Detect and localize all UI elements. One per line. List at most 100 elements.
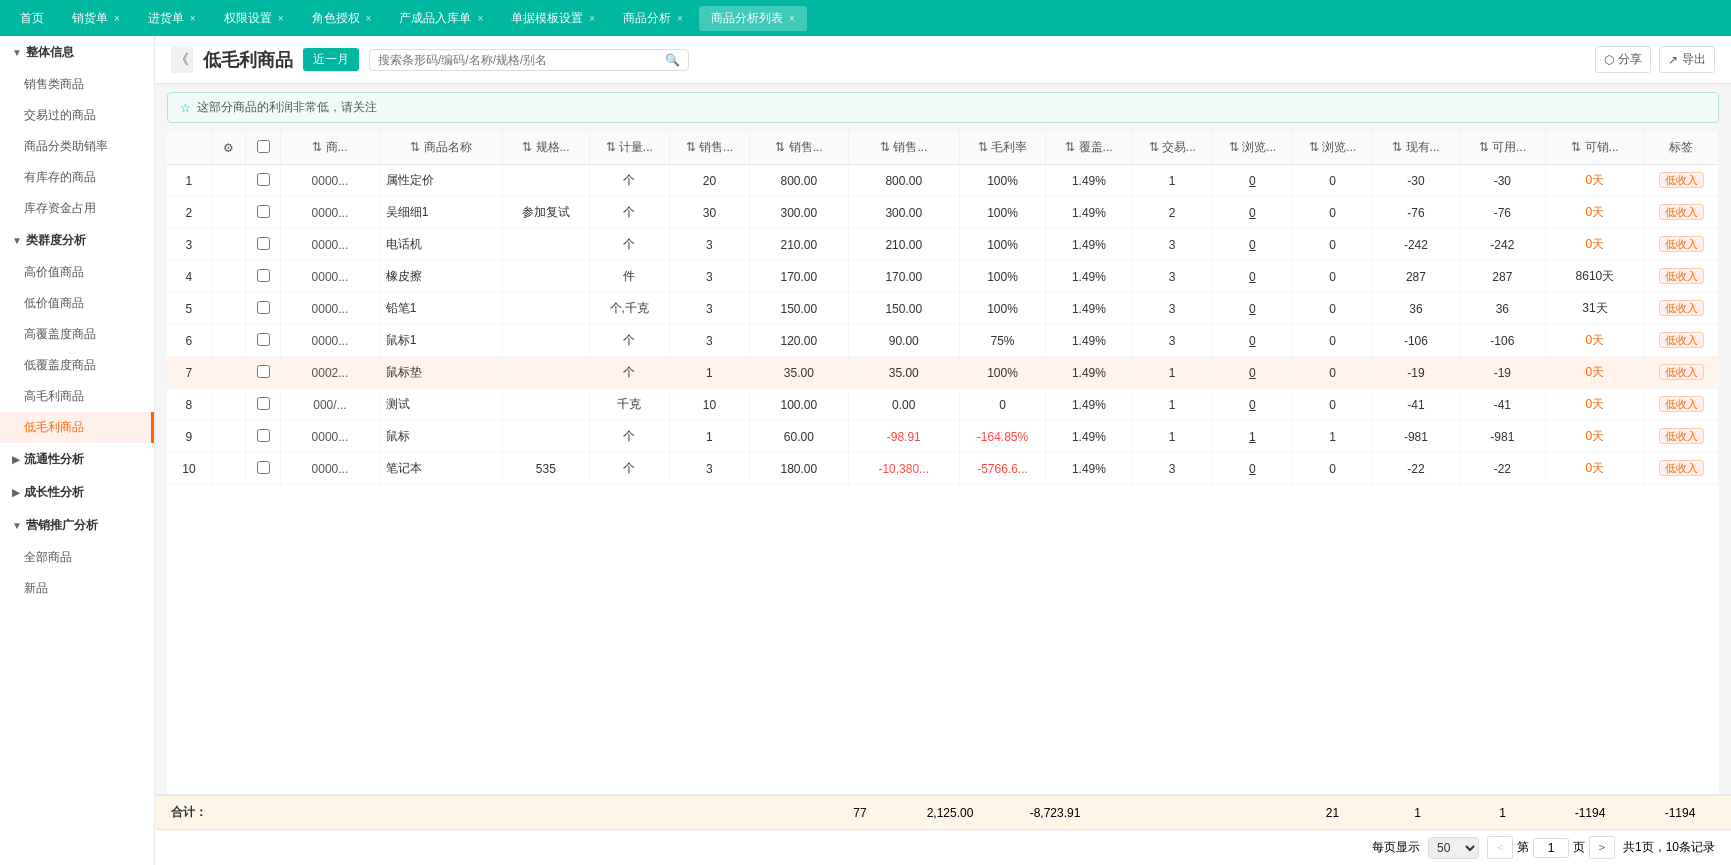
page-size-select[interactable]: 50 100 200 bbox=[1428, 837, 1479, 859]
sidebar-section-overall[interactable]: ▼ 整体信息 bbox=[0, 36, 154, 69]
sidebar-item-low-value[interactable]: 低价值商品 bbox=[0, 288, 154, 319]
nav-purchase[interactable]: 进货单 × bbox=[136, 6, 208, 31]
row-checkbox[interactable] bbox=[246, 197, 281, 229]
row-gross-margin: -5766.6... bbox=[959, 453, 1045, 485]
close-icon[interactable]: × bbox=[677, 13, 683, 24]
nav-product-analysis-list[interactable]: 商品分析列表 × bbox=[699, 6, 807, 31]
row-view1[interactable]: 0 bbox=[1212, 389, 1292, 421]
row-sales-amount: 210.00 bbox=[750, 229, 849, 261]
row-num: 8 bbox=[167, 389, 211, 421]
th-sales-amount[interactable]: ⇅ 销售... bbox=[750, 131, 849, 165]
select-all-checkbox[interactable] bbox=[257, 140, 270, 153]
row-trade-count: 3 bbox=[1132, 229, 1212, 261]
prev-page-button[interactable]: ＜ bbox=[1487, 836, 1513, 859]
sidebar-section-marketing[interactable]: ▼ 营销推广分析 bbox=[0, 509, 154, 542]
row-checkbox[interactable] bbox=[246, 389, 281, 421]
export-button[interactable]: ↗ 导出 bbox=[1659, 46, 1715, 73]
row-checkbox[interactable] bbox=[246, 357, 281, 389]
th-gross-margin[interactable]: ⇅ 毛利率 bbox=[959, 131, 1045, 165]
row-view1[interactable]: 0 bbox=[1212, 357, 1292, 389]
next-page-button[interactable]: ＞ bbox=[1589, 836, 1615, 859]
row-checkbox[interactable] bbox=[246, 293, 281, 325]
sidebar-item-high-coverage[interactable]: 高覆盖度商品 bbox=[0, 319, 154, 350]
row-checkbox[interactable] bbox=[246, 165, 281, 197]
th-spec[interactable]: ⇅ 规格... bbox=[503, 131, 589, 165]
period-button[interactable]: 近一月 bbox=[303, 48, 359, 71]
sidebar-section-growth[interactable]: ▶ 成长性分析 bbox=[0, 476, 154, 509]
th-unit[interactable]: ⇅ 计量... bbox=[589, 131, 669, 165]
th-view1[interactable]: ⇅ 浏览... bbox=[1212, 131, 1292, 165]
close-icon[interactable]: × bbox=[477, 13, 483, 24]
row-view1[interactable]: 0 bbox=[1212, 165, 1292, 197]
close-icon[interactable]: × bbox=[789, 13, 795, 24]
row-sales-profit: -98.91 bbox=[848, 421, 959, 453]
close-icon[interactable]: × bbox=[114, 13, 120, 24]
row-view1[interactable]: 0 bbox=[1212, 229, 1292, 261]
th-coverage[interactable]: ⇅ 覆盖... bbox=[1046, 131, 1132, 165]
sidebar-item-new-products[interactable]: 新品 bbox=[0, 573, 154, 604]
sort-icon: ⇅ bbox=[1065, 140, 1075, 154]
th-saleable[interactable]: ⇅ 可销... bbox=[1546, 131, 1645, 165]
row-spec: 535 bbox=[503, 453, 589, 485]
page-input[interactable] bbox=[1533, 838, 1569, 858]
row-view1[interactable]: 0 bbox=[1212, 261, 1292, 293]
sidebar-section-cluster[interactable]: ▼ 类群度分析 bbox=[0, 224, 154, 257]
close-icon[interactable]: × bbox=[190, 13, 196, 24]
row-checkbox[interactable] bbox=[246, 421, 281, 453]
nav-sales[interactable]: 销货单 × bbox=[60, 6, 132, 31]
row-view1[interactable]: 1 bbox=[1212, 421, 1292, 453]
nav-permissions[interactable]: 权限设置 × bbox=[212, 6, 296, 31]
row-available: -242 bbox=[1459, 229, 1545, 261]
sidebar-item-high-margin[interactable]: 高毛利商品 bbox=[0, 381, 154, 412]
close-icon[interactable]: × bbox=[366, 13, 372, 24]
row-view1[interactable]: 0 bbox=[1212, 325, 1292, 357]
close-icon[interactable]: × bbox=[589, 13, 595, 24]
th-view2[interactable]: ⇅ 浏览... bbox=[1293, 131, 1373, 165]
th-checkbox[interactable] bbox=[246, 131, 281, 165]
th-available[interactable]: ⇅ 可用... bbox=[1459, 131, 1545, 165]
row-name: 铅笔1 bbox=[379, 293, 502, 325]
sidebar-item-stock-capital[interactable]: 库存资金占用 bbox=[0, 193, 154, 224]
th-current-stock[interactable]: ⇅ 现有... bbox=[1373, 131, 1459, 165]
th-trade-count[interactable]: ⇅ 交易... bbox=[1132, 131, 1212, 165]
sidebar-item-traded-products[interactable]: 交易过的商品 bbox=[0, 100, 154, 131]
share-button[interactable]: ⬡ 分享 bbox=[1595, 46, 1651, 73]
sidebar-item-sales-products[interactable]: 销售类商品 bbox=[0, 69, 154, 100]
row-trade-count: 3 bbox=[1132, 293, 1212, 325]
search-icon[interactable]: 🔍 bbox=[665, 53, 680, 67]
close-icon[interactable]: × bbox=[278, 13, 284, 24]
row-view1[interactable]: 0 bbox=[1212, 197, 1292, 229]
row-checkbox[interactable] bbox=[246, 453, 281, 485]
row-view1[interactable]: 0 bbox=[1212, 293, 1292, 325]
sidebar-item-high-value[interactable]: 高价值商品 bbox=[0, 257, 154, 288]
sidebar-collapse-button[interactable]: 《 bbox=[171, 47, 193, 73]
nav-product-analysis[interactable]: 商品分析 × bbox=[611, 6, 695, 31]
sidebar-item-category-rate[interactable]: 商品分类助销率 bbox=[0, 131, 154, 162]
search-input[interactable] bbox=[378, 53, 665, 67]
row-view1[interactable]: 0 bbox=[1212, 453, 1292, 485]
sidebar-section-circulation[interactable]: ▶ 流通性分析 bbox=[0, 443, 154, 476]
sidebar-item-low-margin[interactable]: 低毛利商品 bbox=[0, 412, 154, 443]
row-code: 0000... bbox=[281, 197, 380, 229]
nav-role-auth[interactable]: 角色授权 × bbox=[300, 6, 384, 31]
row-checkbox[interactable] bbox=[246, 229, 281, 261]
sidebar-item-low-coverage[interactable]: 低覆盖度商品 bbox=[0, 350, 154, 381]
settings-icon[interactable]: ⚙ bbox=[223, 141, 234, 155]
table-row: 3 0000... 电话机 个 3 210.00 210.00 100% 1.4… bbox=[167, 229, 1719, 261]
row-checkbox[interactable] bbox=[246, 325, 281, 357]
th-settings[interactable]: ⚙ bbox=[211, 131, 246, 165]
row-current-stock: -19 bbox=[1373, 357, 1459, 389]
nav-home[interactable]: 首页 bbox=[8, 6, 56, 31]
row-checkbox[interactable] bbox=[246, 261, 281, 293]
row-trade-count: 1 bbox=[1132, 389, 1212, 421]
th-sales-count[interactable]: ⇅ 销售... bbox=[669, 131, 749, 165]
row-num: 3 bbox=[167, 229, 211, 261]
nav-template-settings[interactable]: 单据模板设置 × bbox=[499, 6, 607, 31]
row-sales-count: 20 bbox=[669, 165, 749, 197]
nav-product-storage[interactable]: 产成品入库单 × bbox=[387, 6, 495, 31]
th-name[interactable]: ⇅ 商品名称 bbox=[379, 131, 502, 165]
th-sales-profit[interactable]: ⇅ 销售... bbox=[848, 131, 959, 165]
sidebar-item-stocked-products[interactable]: 有库存的商品 bbox=[0, 162, 154, 193]
sidebar-item-all-products[interactable]: 全部商品 bbox=[0, 542, 154, 573]
th-code[interactable]: ⇅ 商... bbox=[281, 131, 380, 165]
